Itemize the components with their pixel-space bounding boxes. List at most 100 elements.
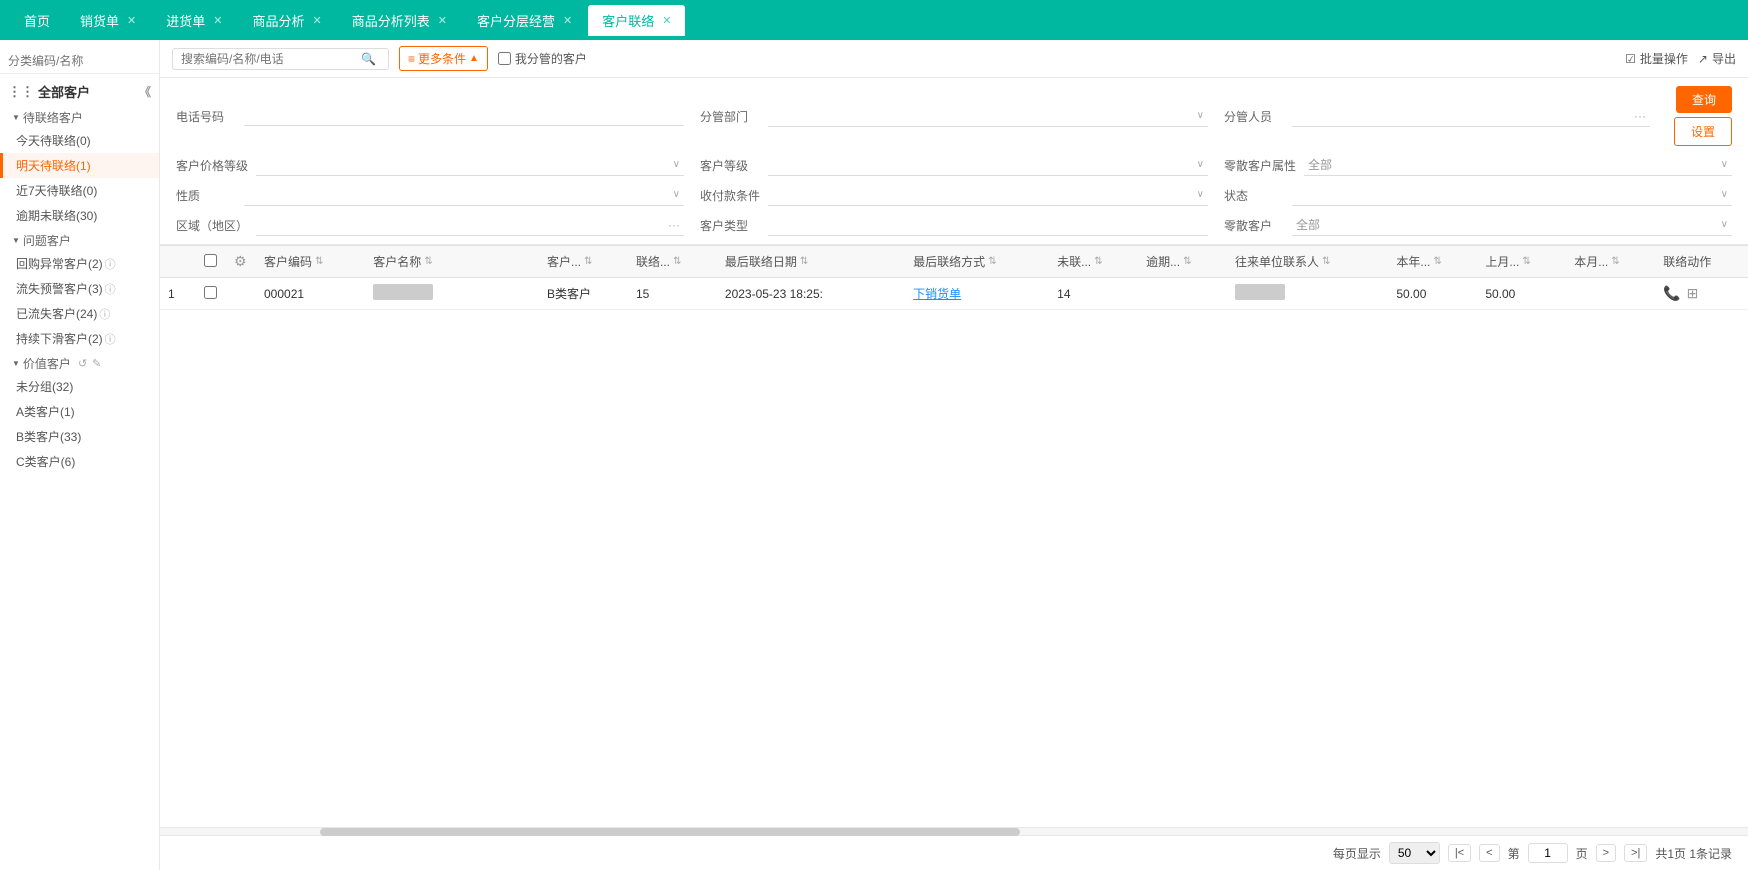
nav-customer-contact-close[interactable]: ✕ bbox=[662, 14, 671, 27]
sort-icon-unit-contact: ⇅ bbox=[1322, 256, 1330, 267]
horizontal-scrollbar[interactable] bbox=[160, 827, 1748, 835]
phone-input[interactable] bbox=[244, 107, 684, 126]
sidebar-search-input[interactable] bbox=[8, 54, 160, 68]
sidebar-item-week-pending[interactable]: 近7天待联络(0) bbox=[0, 178, 159, 203]
sort-name[interactable]: 客户名称 ⇅ bbox=[373, 253, 531, 270]
nav-product-analysis-label: 商品分析 bbox=[252, 11, 304, 30]
table-row: 1 000021 B类客户 15 2023-05-23 18:25: bbox=[160, 278, 1748, 310]
sidebar-item-b-class[interactable]: B类客户(33) bbox=[0, 424, 159, 449]
sidebar-item-churn-warning[interactable]: 流失预警客户(3) ⓘ bbox=[0, 276, 159, 301]
per-page-select[interactable]: 50 100 200 bbox=[1389, 842, 1440, 864]
th-name: 客户名称 ⇅ bbox=[365, 246, 539, 278]
sidebar-item-overdue-contact[interactable]: 逾期未联络(30) bbox=[0, 203, 159, 228]
th-overdue-label: 逾期... bbox=[1146, 253, 1180, 270]
sidebar-item-ungrouped[interactable]: 未分组(32) bbox=[0, 374, 159, 399]
manager-select[interactable]: ··· bbox=[1292, 105, 1650, 127]
customer-level-select[interactable]: ∨ bbox=[768, 154, 1208, 176]
th-this-year: 本年... ⇅ bbox=[1388, 246, 1477, 278]
next-page-btn[interactable]: > bbox=[1596, 844, 1616, 862]
main-layout: 🔍 ⋮⋮ 全部客户 《 ▼ 待联络客户 今天待联络(0) 明天待联络(1) 近7… bbox=[0, 40, 1748, 870]
sort-un-contact[interactable]: 未联... ⇅ bbox=[1057, 253, 1130, 270]
nav-sales-order[interactable]: 销货单 ✕ bbox=[66, 5, 150, 36]
sort-unit-contact[interactable]: 往来单位联系人 ⇅ bbox=[1235, 253, 1380, 270]
nav-customer-layered-close[interactable]: ✕ bbox=[563, 14, 572, 27]
table-header-row: ⚙ 客户编码 ⇅ 客户名称 ⇅ bbox=[160, 246, 1748, 278]
gender-select[interactable]: ∨ bbox=[244, 184, 684, 206]
customer-type-label: 客户类型 bbox=[700, 217, 760, 234]
grid-action-icon[interactable]: ⊞ bbox=[1687, 285, 1699, 302]
nav-customer-layered[interactable]: 客户分层经营 ✕ bbox=[463, 5, 586, 36]
prev-page-btn[interactable]: < bbox=[1479, 844, 1499, 862]
nav-sales-close[interactable]: ✕ bbox=[127, 14, 136, 27]
nav-product-analysis-close[interactable]: ✕ bbox=[313, 14, 322, 27]
filter-dept-row: 分管部门 ∨ bbox=[700, 86, 1208, 146]
my-customers-checkbox[interactable] bbox=[498, 52, 511, 65]
column-settings-icon[interactable]: ⚙ bbox=[234, 253, 247, 269]
customer-type-select[interactable] bbox=[768, 214, 1208, 236]
sidebar-item-today-pending[interactable]: 今天待联络(0) bbox=[0, 128, 159, 153]
select-all-checkbox[interactable] bbox=[204, 254, 217, 267]
td-this-year: 50.00 bbox=[1388, 278, 1477, 310]
payment-select[interactable]: ∨ bbox=[768, 184, 1208, 206]
sort-code[interactable]: 客户编码 ⇅ bbox=[264, 253, 357, 270]
tomorrow-pending-label: 明天待联络(1) bbox=[16, 157, 91, 174]
edit-icon[interactable]: ✎ bbox=[92, 357, 101, 370]
batch-ops-btn[interactable]: ☑ 批量操作 bbox=[1625, 50, 1688, 67]
sort-last-way[interactable]: 最后联络方式 ⇅ bbox=[913, 253, 1041, 270]
retail-customer-select[interactable]: 全部 ∨ bbox=[1292, 214, 1732, 236]
search-input[interactable] bbox=[181, 52, 361, 66]
status-select[interactable]: ∨ bbox=[1292, 184, 1732, 206]
area-select[interactable]: ··· bbox=[256, 214, 684, 236]
nav-customer-contact[interactable]: 客户联络 ✕ bbox=[588, 5, 685, 36]
first-page-btn[interactable]: |< bbox=[1448, 844, 1471, 862]
nav-customer-contact-label: 客户联络 bbox=[602, 11, 654, 30]
sidebar-item-churned[interactable]: 已流失客户(24) ⓘ bbox=[0, 301, 159, 326]
sort-icon-un-contact: ⇅ bbox=[1094, 256, 1102, 267]
sort-this-year[interactable]: 本年... ⇅ bbox=[1396, 253, 1469, 270]
sidebar-group-pending: ▼ 待联络客户 bbox=[0, 105, 159, 128]
nav-home[interactable]: 首页 bbox=[10, 5, 64, 36]
nav-product-analysis-list[interactable]: 商品分析列表 ✕ bbox=[338, 5, 461, 36]
row-checkbox[interactable] bbox=[204, 286, 217, 299]
sidebar-item-tomorrow-pending[interactable]: 明天待联络(1) bbox=[0, 153, 159, 178]
phone-action-icon[interactable]: 📞 bbox=[1663, 285, 1680, 302]
set-button[interactable]: 设置 bbox=[1674, 117, 1732, 146]
nav-purchase-label: 进货单 bbox=[166, 11, 205, 30]
sort-last-date[interactable]: 最后联络日期 ⇅ bbox=[725, 253, 897, 270]
triangle-down-icon2: ▼ bbox=[12, 236, 20, 245]
value-level-select[interactable]: ∨ bbox=[256, 154, 684, 176]
nav-product-analysis[interactable]: 商品分析 ✕ bbox=[238, 5, 335, 36]
last-page-btn[interactable]: >| bbox=[1624, 844, 1647, 862]
search-icon-main[interactable]: 🔍 bbox=[361, 52, 376, 66]
refresh-icon[interactable]: ↺ bbox=[78, 357, 87, 370]
sidebar-item-repurchase-abnormal[interactable]: 回购异常客户(2) ⓘ bbox=[0, 251, 159, 276]
my-customers-checkbox-label[interactable]: 我分管的客户 bbox=[498, 50, 587, 67]
nav-purchase-close[interactable]: ✕ bbox=[213, 14, 222, 27]
export-btn[interactable]: ↗ 导出 bbox=[1698, 50, 1736, 67]
last-contact-way-link[interactable]: 下销货单 bbox=[913, 287, 961, 301]
th-type: 客户... ⇅ bbox=[539, 246, 628, 278]
th-type-label: 客户... bbox=[547, 253, 581, 270]
sidebar-item-c-class[interactable]: C类客户(6) bbox=[0, 449, 159, 474]
nav-purchase-order[interactable]: 进货单 ✕ bbox=[152, 5, 236, 36]
th-code: 客户编码 ⇅ bbox=[256, 246, 365, 278]
sort-icon-name: ⇅ bbox=[424, 256, 432, 267]
retail-attr-select[interactable]: 全部 ∨ bbox=[1304, 154, 1732, 176]
sort-overdue[interactable]: 逾期... ⇅ bbox=[1146, 253, 1219, 270]
sidebar-item-a-class[interactable]: A类客户(1) bbox=[0, 399, 159, 424]
page-input[interactable] bbox=[1528, 843, 1568, 863]
sidebar-item-declining[interactable]: 持续下滑客户(2) ⓘ bbox=[0, 326, 159, 351]
scrollbar-thumb[interactable] bbox=[320, 828, 1020, 836]
sort-type[interactable]: 客户... ⇅ bbox=[547, 253, 620, 270]
nav-product-list-close[interactable]: ✕ bbox=[438, 14, 447, 27]
sort-last-month[interactable]: 上月... ⇅ bbox=[1485, 253, 1558, 270]
c-class-label: C类客户(6) bbox=[16, 453, 75, 470]
sidebar-all-customers[interactable]: ⋮⋮ 全部客户 《 bbox=[0, 78, 159, 105]
area-dots-icon[interactable]: ··· bbox=[668, 218, 680, 232]
sort-contact[interactable]: 联络... ⇅ bbox=[636, 253, 709, 270]
dept-select[interactable]: ∨ bbox=[768, 105, 1208, 127]
query-button[interactable]: 查询 bbox=[1676, 86, 1732, 113]
sort-this-month[interactable]: 本月... ⇅ bbox=[1574, 253, 1647, 270]
manager-dots-icon[interactable]: ··· bbox=[1634, 109, 1646, 123]
filter-btn[interactable]: ≡ 更多条件 ▲ bbox=[399, 46, 488, 71]
